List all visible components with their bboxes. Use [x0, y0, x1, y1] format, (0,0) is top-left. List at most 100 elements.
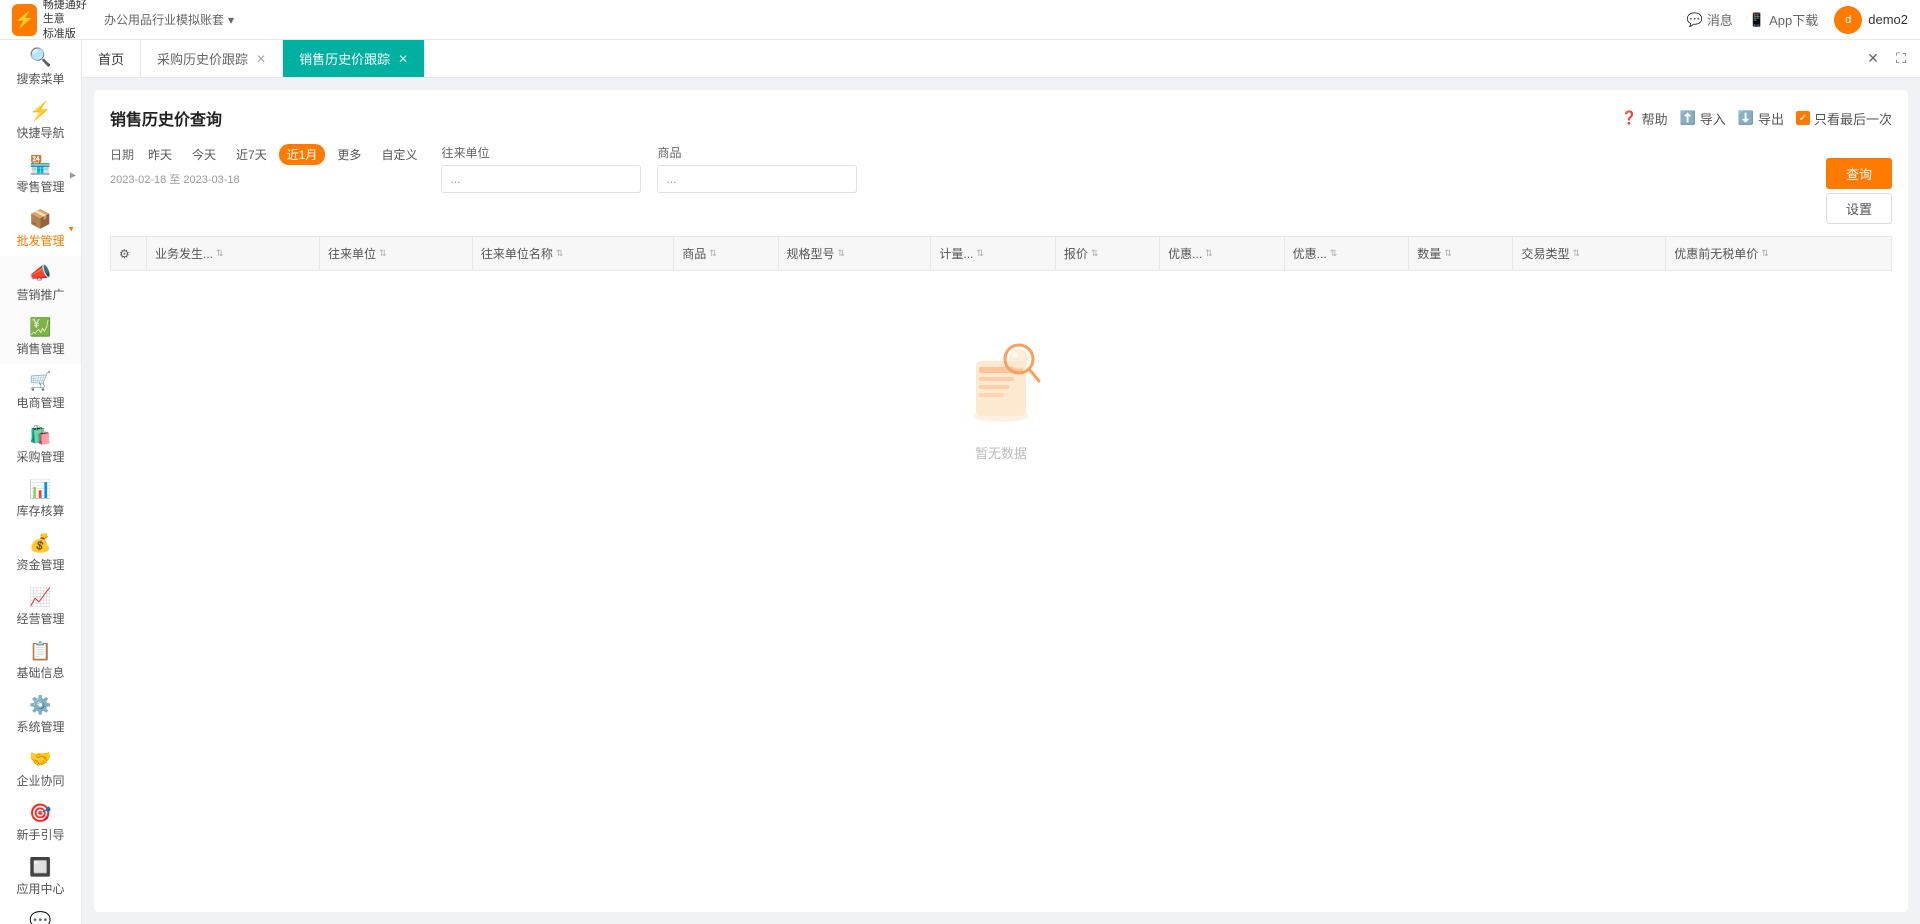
main-layout: 🔍 搜索菜单 ⚡ 快捷导航 🏪 零售管理 ▶ 📦 批发管理 📣 营销推广 💹 销…: [0, 40, 1920, 924]
app-logo-icon: ⚡: [12, 4, 37, 36]
sort-partner-code-icon: ⇅: [379, 248, 387, 259]
goods-filter-group: 商品 ...: [657, 144, 857, 193]
close-all-tabs-btn[interactable]: ✕: [1862, 48, 1884, 70]
sidebar-item-system[interactable]: ⚙️ 系统管理: [0, 688, 81, 742]
sidebar-item-operations[interactable]: 📈 经营管理: [0, 580, 81, 634]
sidebar-item-ecommerce[interactable]: 🛒 电商管理: [0, 364, 81, 418]
th-discount1[interactable]: 优惠...⇅: [1160, 237, 1285, 271]
only-last-checkbox[interactable]: ✓ 只看最后一次: [1796, 109, 1892, 128]
sidebar-item-search-menu[interactable]: 🔍 搜索菜单: [0, 40, 81, 94]
collab-icon: 🤝: [29, 749, 51, 770]
query-button[interactable]: 查询: [1826, 158, 1892, 189]
sidebar: 🔍 搜索菜单 ⚡ 快捷导航 🏪 零售管理 ▶ 📦 批发管理 📣 营销推广 💹 销…: [0, 40, 82, 924]
sales-icon: 💹: [29, 317, 51, 338]
maximize-btn[interactable]: ⛶: [1890, 48, 1912, 70]
tab-sales-history[interactable]: 销售历史价跟踪 ✕: [283, 40, 425, 77]
date-filter-label: 日期 昨天 今天 近7天 近1月 更多 自定义: [110, 144, 425, 165]
app-logo-text: 畅捷通好生意 标准版: [43, 0, 94, 41]
settings-button[interactable]: 设置: [1826, 193, 1892, 224]
appcenter-icon: 🔲: [29, 857, 51, 878]
th-partner-code[interactable]: 往来单位⇅: [320, 237, 473, 271]
wholesale-icon: 📦: [29, 209, 51, 230]
header-right: 💬 消息 📱 App下载 d demo2: [1687, 6, 1908, 34]
ecommerce-icon: 🛒: [29, 371, 51, 392]
help-btn[interactable]: ❓ 帮助: [1621, 109, 1667, 128]
page-actions: ❓ 帮助 ⬆️ 导入 ⬇️ 导出 ✓ 只看最后一: [1621, 109, 1892, 128]
avatar: d: [1834, 6, 1862, 34]
baseinfo-icon: 📋: [29, 641, 51, 662]
th-unit[interactable]: 计量...⇅: [931, 237, 1056, 271]
sidebar-item-base-info[interactable]: 📋 基础信息: [0, 634, 81, 688]
sort-biz-date-icon: ⇅: [216, 248, 224, 259]
import-icon: ⬆️: [1680, 110, 1696, 126]
partner-filter-group: 往来单位 ...: [441, 144, 641, 193]
retail-arrow-icon: ▶: [70, 171, 76, 180]
sort-pretax-price-icon: ⇅: [1761, 248, 1769, 259]
date-chips: 昨天 今天 近7天 近1月 更多 自定义: [140, 144, 425, 165]
sort-goods-icon: ⇅: [709, 248, 717, 259]
th-gear[interactable]: ⚙: [111, 237, 147, 271]
sidebar-item-purchase[interactable]: 🛍️ 采购管理: [0, 418, 81, 472]
workspace-selector[interactable]: 办公用品行业模拟账套 ▾: [104, 11, 1677, 28]
close-tab-purchase-icon[interactable]: ✕: [256, 52, 266, 66]
data-table-container: ⚙ 业务发生...⇅ 往来单位⇅ 往来单位名称⇅: [110, 236, 1892, 271]
empty-text: 暂无数据: [975, 443, 1027, 462]
sidebar-item-sales[interactable]: 💹 销售管理: [0, 310, 81, 364]
sidebar-item-corp-wechat[interactable]: 💬 企业微信: [0, 904, 81, 924]
empty-state: 暂无数据: [110, 271, 1892, 522]
sidebar-item-quick-nav[interactable]: ⚡ 快捷导航: [0, 94, 81, 148]
th-biz-date[interactable]: 业务发生...⇅: [147, 237, 320, 271]
sidebar-item-app-center[interactable]: 🔲 应用中心: [0, 850, 81, 904]
sort-trade-type-icon: ⇅: [1572, 248, 1580, 259]
sidebar-item-wholesale[interactable]: 📦 批发管理: [0, 202, 81, 256]
wechat-icon: 💬: [29, 911, 51, 924]
finance-icon: 💰: [29, 533, 51, 554]
partner-input[interactable]: ...: [441, 165, 641, 193]
date-chip-yesterday[interactable]: 昨天: [140, 144, 180, 165]
page-title: 销售历史价查询: [110, 106, 222, 130]
th-goods[interactable]: 商品⇅: [674, 237, 778, 271]
app-download-btn[interactable]: 📱 App下载: [1749, 10, 1818, 29]
empty-illustration: [951, 331, 1051, 431]
sidebar-item-new-guide[interactable]: 🎯 新手引导: [0, 796, 81, 850]
page-content: 销售历史价查询 ❓ 帮助 ⬆️ 导入 ⬇️ 导出: [82, 78, 1920, 924]
th-spec[interactable]: 规格型号⇅: [778, 237, 931, 271]
sort-qty-icon: ⇅: [1444, 248, 1452, 259]
table-header-row: ⚙ 业务发生...⇅ 往来单位⇅ 往来单位名称⇅: [111, 237, 1892, 271]
system-icon: ⚙️: [29, 695, 51, 716]
sidebar-item-retail[interactable]: 🏪 零售管理 ▶: [0, 148, 81, 202]
th-quote[interactable]: 报价⇅: [1055, 237, 1159, 271]
user-profile[interactable]: d demo2: [1834, 6, 1908, 34]
goods-input[interactable]: ...: [657, 165, 857, 193]
export-icon: ⬇️: [1738, 110, 1754, 126]
close-tab-sales-icon[interactable]: ✕: [398, 52, 408, 66]
top-header: ⚡ 畅捷通好生意 标准版 办公用品行业模拟账套 ▾ 💬 消息 📱 App下载 d…: [0, 0, 1920, 40]
import-btn[interactable]: ⬆️ 导入: [1680, 109, 1726, 128]
checkbox-checked-icon: ✓: [1796, 111, 1810, 125]
message-btn[interactable]: 💬 消息: [1687, 10, 1733, 29]
search-icon: 🔍: [29, 47, 51, 68]
th-pretax-price[interactable]: 优惠前无税单价⇅: [1666, 237, 1892, 271]
th-discount2[interactable]: 优惠...⇅: [1284, 237, 1409, 271]
date-filter-group: 日期 昨天 今天 近7天 近1月 更多 自定义 2023-02-18 至 202…: [110, 144, 425, 187]
date-chip-1month[interactable]: 近1月: [279, 144, 326, 165]
sidebar-item-finance[interactable]: 💰 资金管理: [0, 526, 81, 580]
sidebar-item-inventory[interactable]: 📊 库存核算: [0, 472, 81, 526]
th-partner-name[interactable]: 往来单位名称⇅: [472, 237, 673, 271]
tab-home[interactable]: 首页: [82, 40, 141, 77]
export-btn[interactable]: ⬇️ 导出: [1738, 109, 1784, 128]
operations-icon: 📈: [29, 587, 51, 608]
date-chip-custom[interactable]: 自定义: [373, 144, 425, 165]
date-chip-today[interactable]: 今天: [184, 144, 224, 165]
date-chip-more[interactable]: 更多: [329, 144, 369, 165]
sort-discount1-icon: ⇅: [1205, 248, 1213, 259]
date-chip-7days[interactable]: 近7天: [228, 144, 275, 165]
tab-bar-actions: ✕ ⛶: [1862, 40, 1920, 77]
sidebar-item-marketing[interactable]: 📣 营销推广: [0, 256, 81, 310]
th-qty[interactable]: 数量⇅: [1409, 237, 1513, 271]
sidebar-item-corp-collab[interactable]: 🤝 企业协同: [0, 742, 81, 796]
th-trade-type[interactable]: 交易类型⇅: [1513, 237, 1666, 271]
message-icon: 💬: [1687, 12, 1703, 28]
tab-purchase-history[interactable]: 采购历史价跟踪 ✕: [141, 40, 283, 77]
sort-discount2-icon: ⇅: [1330, 248, 1338, 259]
